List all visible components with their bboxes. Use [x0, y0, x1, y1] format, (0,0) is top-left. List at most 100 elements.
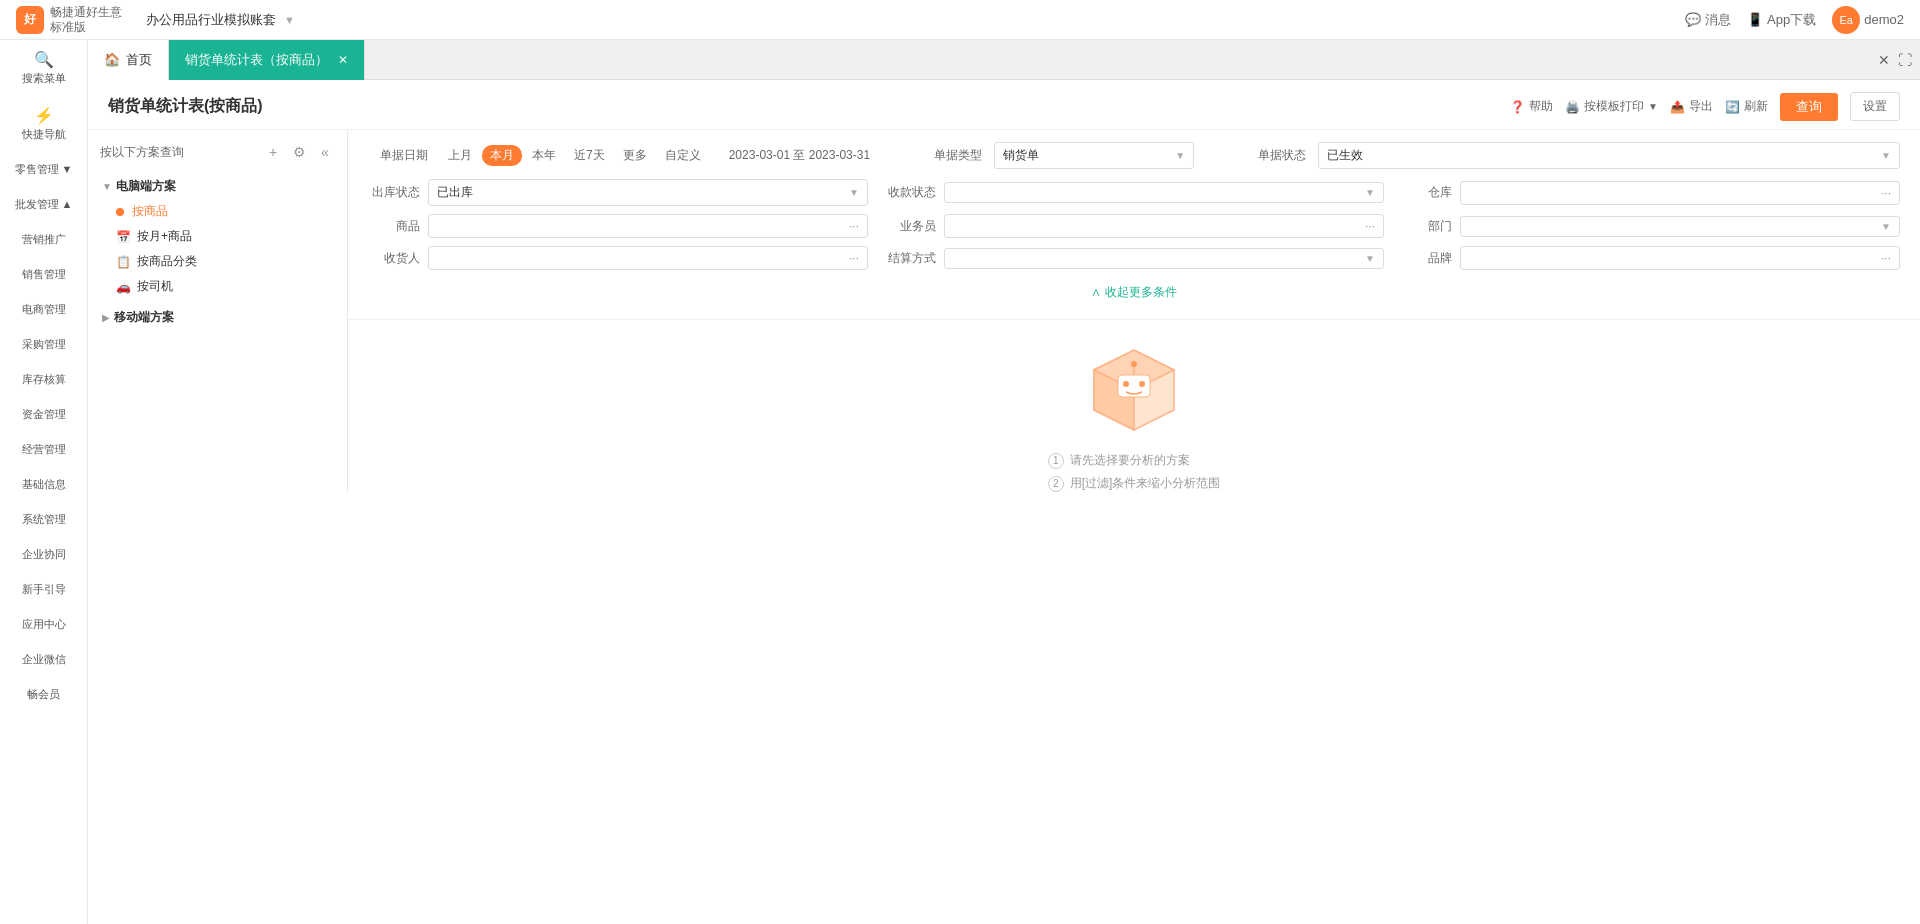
- goods-dots-icon[interactable]: ···: [849, 219, 859, 233]
- filter-row-4: 收货人 ··· 结算方式 ▼: [368, 246, 1900, 270]
- workspace-title: 办公用品行业模拟账套: [146, 11, 276, 29]
- tree-item-by-goods[interactable]: 按商品: [96, 199, 339, 224]
- collect-status-caret-icon: ▼: [1365, 187, 1375, 198]
- filter-row-1: 单据日期 上月 本月 本年 近7天 更多 自定义 2023-03-01 至 20…: [368, 142, 1900, 169]
- tree-group-mobile[interactable]: ▶ 移动端方案: [96, 305, 339, 330]
- date-label: 单据日期: [368, 147, 428, 164]
- tree-item-by-month-goods[interactable]: 📅 按月+商品: [96, 224, 339, 249]
- sidebar-item-coop[interactable]: 企业协同: [0, 537, 87, 572]
- staff-input[interactable]: ···: [944, 214, 1384, 238]
- sidebar-item-wholesale[interactable]: 批发管理 ▲: [0, 187, 87, 222]
- help-icon: ❓: [1510, 100, 1525, 114]
- workspace-arrow-icon: ▼: [284, 14, 295, 26]
- tree-item-by-driver[interactable]: 🚗 按司机: [96, 274, 339, 299]
- collapse-conditions-btn[interactable]: ∧ 收起更多条件: [368, 278, 1900, 307]
- date-tab-more[interactable]: 更多: [615, 145, 655, 166]
- refresh-btn[interactable]: 🔄 刷新: [1725, 98, 1768, 115]
- maximize-window-icon[interactable]: ⛶: [1898, 52, 1912, 68]
- dept-label: 部门: [1400, 218, 1452, 235]
- filter-cell-dept: 部门 ▼: [1400, 214, 1900, 238]
- message-btn[interactable]: 💬 消息: [1685, 11, 1731, 29]
- payment-label: 结算方式: [884, 250, 936, 267]
- sidebar-item-member[interactable]: 畅会员: [0, 677, 87, 712]
- sidebar-item-sales[interactable]: 销售管理: [0, 257, 87, 292]
- tab-close-icon[interactable]: ✕: [338, 53, 348, 67]
- sidebar-item-search[interactable]: 🔍 搜索菜单: [0, 40, 87, 96]
- filter-row-2: 出库状态 已出库 ▼ 收款状态 ▼: [368, 179, 1900, 206]
- calendar-icon: 📅: [116, 230, 131, 244]
- doc-status-select[interactable]: 已生效 ▼: [1318, 142, 1900, 169]
- sidebar-item-newbie[interactable]: 新手引导: [0, 572, 87, 607]
- sidebar-item-appcenter[interactable]: 应用中心: [0, 607, 87, 642]
- topbar-left: 好 畅捷通好生意 标准版 办公用品行业模拟账套 ▼: [16, 5, 295, 34]
- user-avatar[interactable]: Ea demo2: [1832, 6, 1904, 34]
- filter-row-3: 商品 ··· 业务员 ···: [368, 214, 1900, 238]
- svg-point-5: [1139, 381, 1145, 387]
- brand-dots-icon[interactable]: ···: [1881, 251, 1891, 265]
- app-download-btn[interactable]: 📱 App下载: [1747, 11, 1816, 29]
- empty-state-panel: 1 请先选择要分析的方案 2 用[过滤]条件来缩小分析范围: [348, 320, 1920, 492]
- tree-section-mobile-label: 移动端方案: [114, 309, 174, 326]
- sidebar-item-purchase[interactable]: 采购管理: [0, 327, 87, 362]
- sidebar-item-basic[interactable]: 基础信息: [0, 467, 87, 502]
- refresh-label: 刷新: [1744, 98, 1768, 115]
- warehouse-input[interactable]: ···: [1460, 181, 1900, 205]
- app-download-icon: 📱: [1747, 12, 1763, 27]
- doc-status-value: 已生效: [1327, 147, 1363, 164]
- sidebar-item-marketing[interactable]: 营销推广: [0, 222, 87, 257]
- help-label: 帮助: [1529, 98, 1553, 115]
- sidebar-item-inventory[interactable]: 库存核算: [0, 362, 87, 397]
- receiver-input[interactable]: ···: [428, 246, 868, 270]
- filter-cell-staff: 业务员 ···: [884, 214, 1384, 238]
- tab-sales-stat-label: 销货单统计表（按商品）: [185, 51, 328, 69]
- sidebar-item-ecom[interactable]: 电商管理: [0, 292, 87, 327]
- date-tab-custom[interactable]: 自定义: [657, 145, 709, 166]
- doc-type-select[interactable]: 销货单 ▼: [994, 142, 1194, 169]
- sidebar-item-retail[interactable]: 零售管理 ▼: [0, 152, 87, 187]
- edit-scheme-btn[interactable]: ⚙: [289, 142, 309, 162]
- filter-cell-out-status: 出库状态 已出库 ▼: [368, 179, 868, 206]
- print-btn[interactable]: 🖨️ 按模板打印 ▼: [1565, 98, 1658, 115]
- settings-button[interactable]: 设置: [1850, 92, 1900, 121]
- sidebar-item-finance[interactable]: 资金管理: [0, 397, 87, 432]
- close-window-icon[interactable]: ✕: [1878, 52, 1890, 68]
- sidebar-item-operations[interactable]: 经营管理: [0, 432, 87, 467]
- goods-input[interactable]: ···: [428, 214, 868, 238]
- collect-status-select[interactable]: ▼: [944, 182, 1384, 203]
- brand-input[interactable]: ···: [1460, 246, 1900, 270]
- date-tab-last-month[interactable]: 上月: [440, 145, 480, 166]
- category-icon: 📋: [116, 255, 131, 269]
- out-status-select[interactable]: 已出库 ▼: [428, 179, 868, 206]
- driver-icon: 🚗: [116, 280, 131, 294]
- help-btn[interactable]: ❓ 帮助: [1510, 98, 1553, 115]
- doc-status-caret-icon: ▼: [1881, 150, 1891, 161]
- sidebar-item-wechat[interactable]: 企业微信: [0, 642, 87, 677]
- collapse-label: ∧ 收起更多条件: [1091, 285, 1176, 299]
- collapse-panel-btn[interactable]: «: [315, 142, 335, 162]
- receiver-dots-icon[interactable]: ···: [849, 251, 859, 265]
- export-btn[interactable]: 📤 导出: [1670, 98, 1713, 115]
- date-tab-this-month[interactable]: 本月: [482, 145, 522, 166]
- query-button[interactable]: 查询: [1780, 93, 1838, 121]
- sidebar-item-system[interactable]: 系统管理: [0, 502, 87, 537]
- tree-item-by-goods-category[interactable]: 📋 按商品分类: [96, 249, 339, 274]
- date-tab-this-year[interactable]: 本年: [524, 145, 564, 166]
- right-section: 单据日期 上月 本月 本年 近7天 更多 自定义 2023-03-01 至 20…: [348, 130, 1920, 492]
- add-scheme-btn[interactable]: +: [263, 142, 283, 162]
- tab-sales-stat[interactable]: 销货单统计表（按商品） ✕: [169, 40, 365, 80]
- hint-num-1: 1: [1048, 453, 1064, 469]
- dept-select[interactable]: ▼: [1460, 216, 1900, 237]
- staff-dots-icon[interactable]: ···: [1365, 219, 1375, 233]
- tree-section-pc-label: 电脑端方案: [116, 178, 176, 195]
- date-tab-7days[interactable]: 近7天: [566, 145, 613, 166]
- warehouse-dots-icon[interactable]: ···: [1881, 186, 1891, 200]
- logo-icon: 好: [16, 6, 44, 34]
- tree-group-pc[interactable]: ▼ 电脑端方案: [96, 174, 339, 199]
- tab-home[interactable]: 🏠 首页: [88, 40, 169, 80]
- tree-toggle-mobile: ▶: [102, 312, 110, 323]
- left-panel-actions: + ⚙ «: [263, 142, 335, 162]
- payment-select[interactable]: ▼: [944, 248, 1384, 269]
- hint-text-1: 请先选择要分析的方案: [1070, 452, 1190, 469]
- out-status-caret-icon: ▼: [849, 187, 859, 198]
- sidebar-item-shortcut[interactable]: ⚡ 快捷导航: [0, 96, 87, 152]
